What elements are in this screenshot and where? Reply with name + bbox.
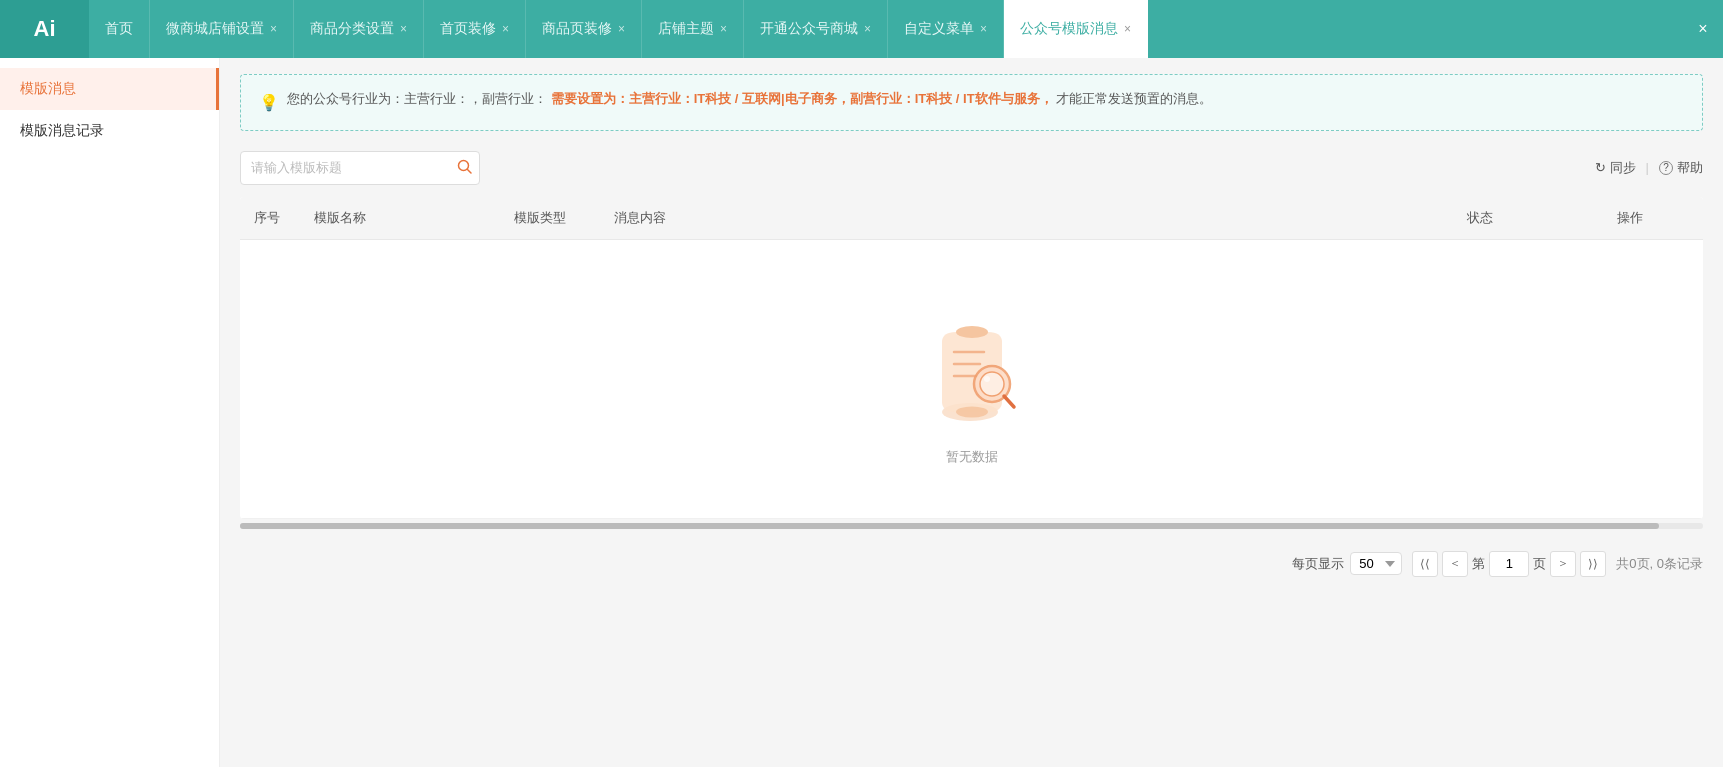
close-tab-category[interactable]: × <box>400 22 407 36</box>
prev-page-button[interactable]: ＜ <box>1442 551 1468 577</box>
page-size-select: 每页显示 10 20 50 100 <box>1292 552 1402 575</box>
nav-tab-template-msg[interactable]: 公众号模版消息 × <box>1004 0 1148 58</box>
svg-point-8 <box>980 372 1004 396</box>
close-all-button[interactable]: × <box>1683 0 1723 58</box>
search-button[interactable] <box>457 159 472 177</box>
help-button[interactable]: ? 帮助 <box>1659 159 1703 177</box>
nav-tab-home[interactable]: 首页 <box>89 0 150 58</box>
notice-highlight: 需要设置为：主营行业：IT科技 / 互联网|电子商务，副营行业：IT科技 / I… <box>551 91 1053 106</box>
sidebar-item-template-msg[interactable]: 模版消息 <box>0 68 219 110</box>
nav-tab-open-shop[interactable]: 开通公众号商城 × <box>744 0 888 58</box>
empty-state: 暂无数据 <box>254 252 1689 506</box>
svg-line-1 <box>468 169 472 173</box>
help-icon: ? <box>1659 161 1673 175</box>
nav-tabs: 首页 微商城店铺设置 × 商品分类设置 × 首页装修 × 商品页装修 × 店铺主… <box>89 0 1683 58</box>
close-tab-open-shop[interactable]: × <box>864 22 871 36</box>
next-page-button[interactable]: ＞ <box>1550 551 1576 577</box>
sync-button[interactable]: ↻ 同步 <box>1595 159 1636 177</box>
col-header-status: 状态 <box>1453 197 1603 240</box>
top-nav: Ai 首页 微商城店铺设置 × 商品分类设置 × 首页装修 × 商品页装修 × … <box>0 0 1723 58</box>
close-tab-shop-settings[interactable]: × <box>270 22 277 36</box>
close-tab-theme[interactable]: × <box>720 22 727 36</box>
nav-tab-shop-settings[interactable]: 微商城店铺设置 × <box>150 0 294 58</box>
data-table: 序号 模版名称 模版类型 消息内容 状态 操作 <box>240 197 1703 519</box>
main-layout: 模版消息 模版消息记录 💡 您的公众号行业为：主营行业：，副营行业： 需要设置为… <box>0 58 1723 767</box>
col-header-content: 消息内容 <box>600 197 1453 240</box>
page-summary: 共0页, 0条记录 <box>1616 555 1703 573</box>
empty-illustration <box>912 312 1032 432</box>
scroll-track[interactable] <box>240 523 1703 529</box>
first-page-button[interactable]: ⟨⟨ <box>1412 551 1438 577</box>
sidebar: 模版消息 模版消息记录 <box>0 58 220 767</box>
search-bar: ↻ 同步 | ? 帮助 <box>240 151 1703 185</box>
col-header-type: 模版类型 <box>500 197 600 240</box>
col-header-name: 模版名称 <box>300 197 500 240</box>
notice-icon: 💡 <box>259 90 279 116</box>
sidebar-item-template-msg-record[interactable]: 模版消息记录 <box>0 110 219 152</box>
pagination: 每页显示 10 20 50 100 ⟨⟨ ＜ 第 1 页 ＞ ⟩⟩ 共0页, 0… <box>240 537 1703 581</box>
last-page-button[interactable]: ⟩⟩ <box>1580 551 1606 577</box>
notice-text: 您的公众号行业为：主营行业：，副营行业： 需要设置为：主营行业：IT科技 / 互… <box>287 89 1212 110</box>
col-header-index: 序号 <box>240 197 300 240</box>
empty-text: 暂无数据 <box>946 448 998 466</box>
search-input-wrap <box>240 151 480 185</box>
col-header-action: 操作 <box>1603 197 1703 240</box>
close-tab-custom-menu[interactable]: × <box>980 22 987 36</box>
nav-tab-product-decor[interactable]: 商品页装修 × <box>526 0 642 58</box>
close-tab-product-decor[interactable]: × <box>618 22 625 36</box>
svg-point-11 <box>956 406 988 417</box>
page-nav: ⟨⟨ ＜ 第 1 页 ＞ ⟩⟩ <box>1412 551 1606 577</box>
close-tab-home-decor[interactable]: × <box>502 22 509 36</box>
content-area: 💡 您的公众号行业为：主营行业：，副营行业： 需要设置为：主营行业：IT科技 /… <box>220 58 1723 767</box>
svg-point-10 <box>984 376 990 382</box>
close-tab-template-msg[interactable]: × <box>1124 22 1131 36</box>
nav-tab-theme[interactable]: 店铺主题 × <box>642 0 744 58</box>
nav-tab-custom-menu[interactable]: 自定义菜单 × <box>888 0 1004 58</box>
nav-tab-category[interactable]: 商品分类设置 × <box>294 0 424 58</box>
page-size-dropdown[interactable]: 10 20 50 100 <box>1350 552 1402 575</box>
notice-banner: 💡 您的公众号行业为：主营行业：，副营行业： 需要设置为：主营行业：IT科技 /… <box>240 74 1703 131</box>
nav-tab-home-decor[interactable]: 首页装修 × <box>424 0 526 58</box>
svg-line-9 <box>1004 396 1014 407</box>
scroll-thumb <box>240 523 1659 529</box>
page-number-input[interactable]: 1 <box>1489 551 1529 577</box>
svg-point-3 <box>956 326 988 338</box>
search-input[interactable] <box>240 151 480 185</box>
app-logo: Ai <box>0 0 89 58</box>
sync-icon: ↻ <box>1595 160 1606 175</box>
toolbar-right: ↻ 同步 | ? 帮助 <box>1595 159 1703 177</box>
toolbar-divider: | <box>1646 160 1649 175</box>
empty-state-cell: 暂无数据 <box>240 239 1703 518</box>
